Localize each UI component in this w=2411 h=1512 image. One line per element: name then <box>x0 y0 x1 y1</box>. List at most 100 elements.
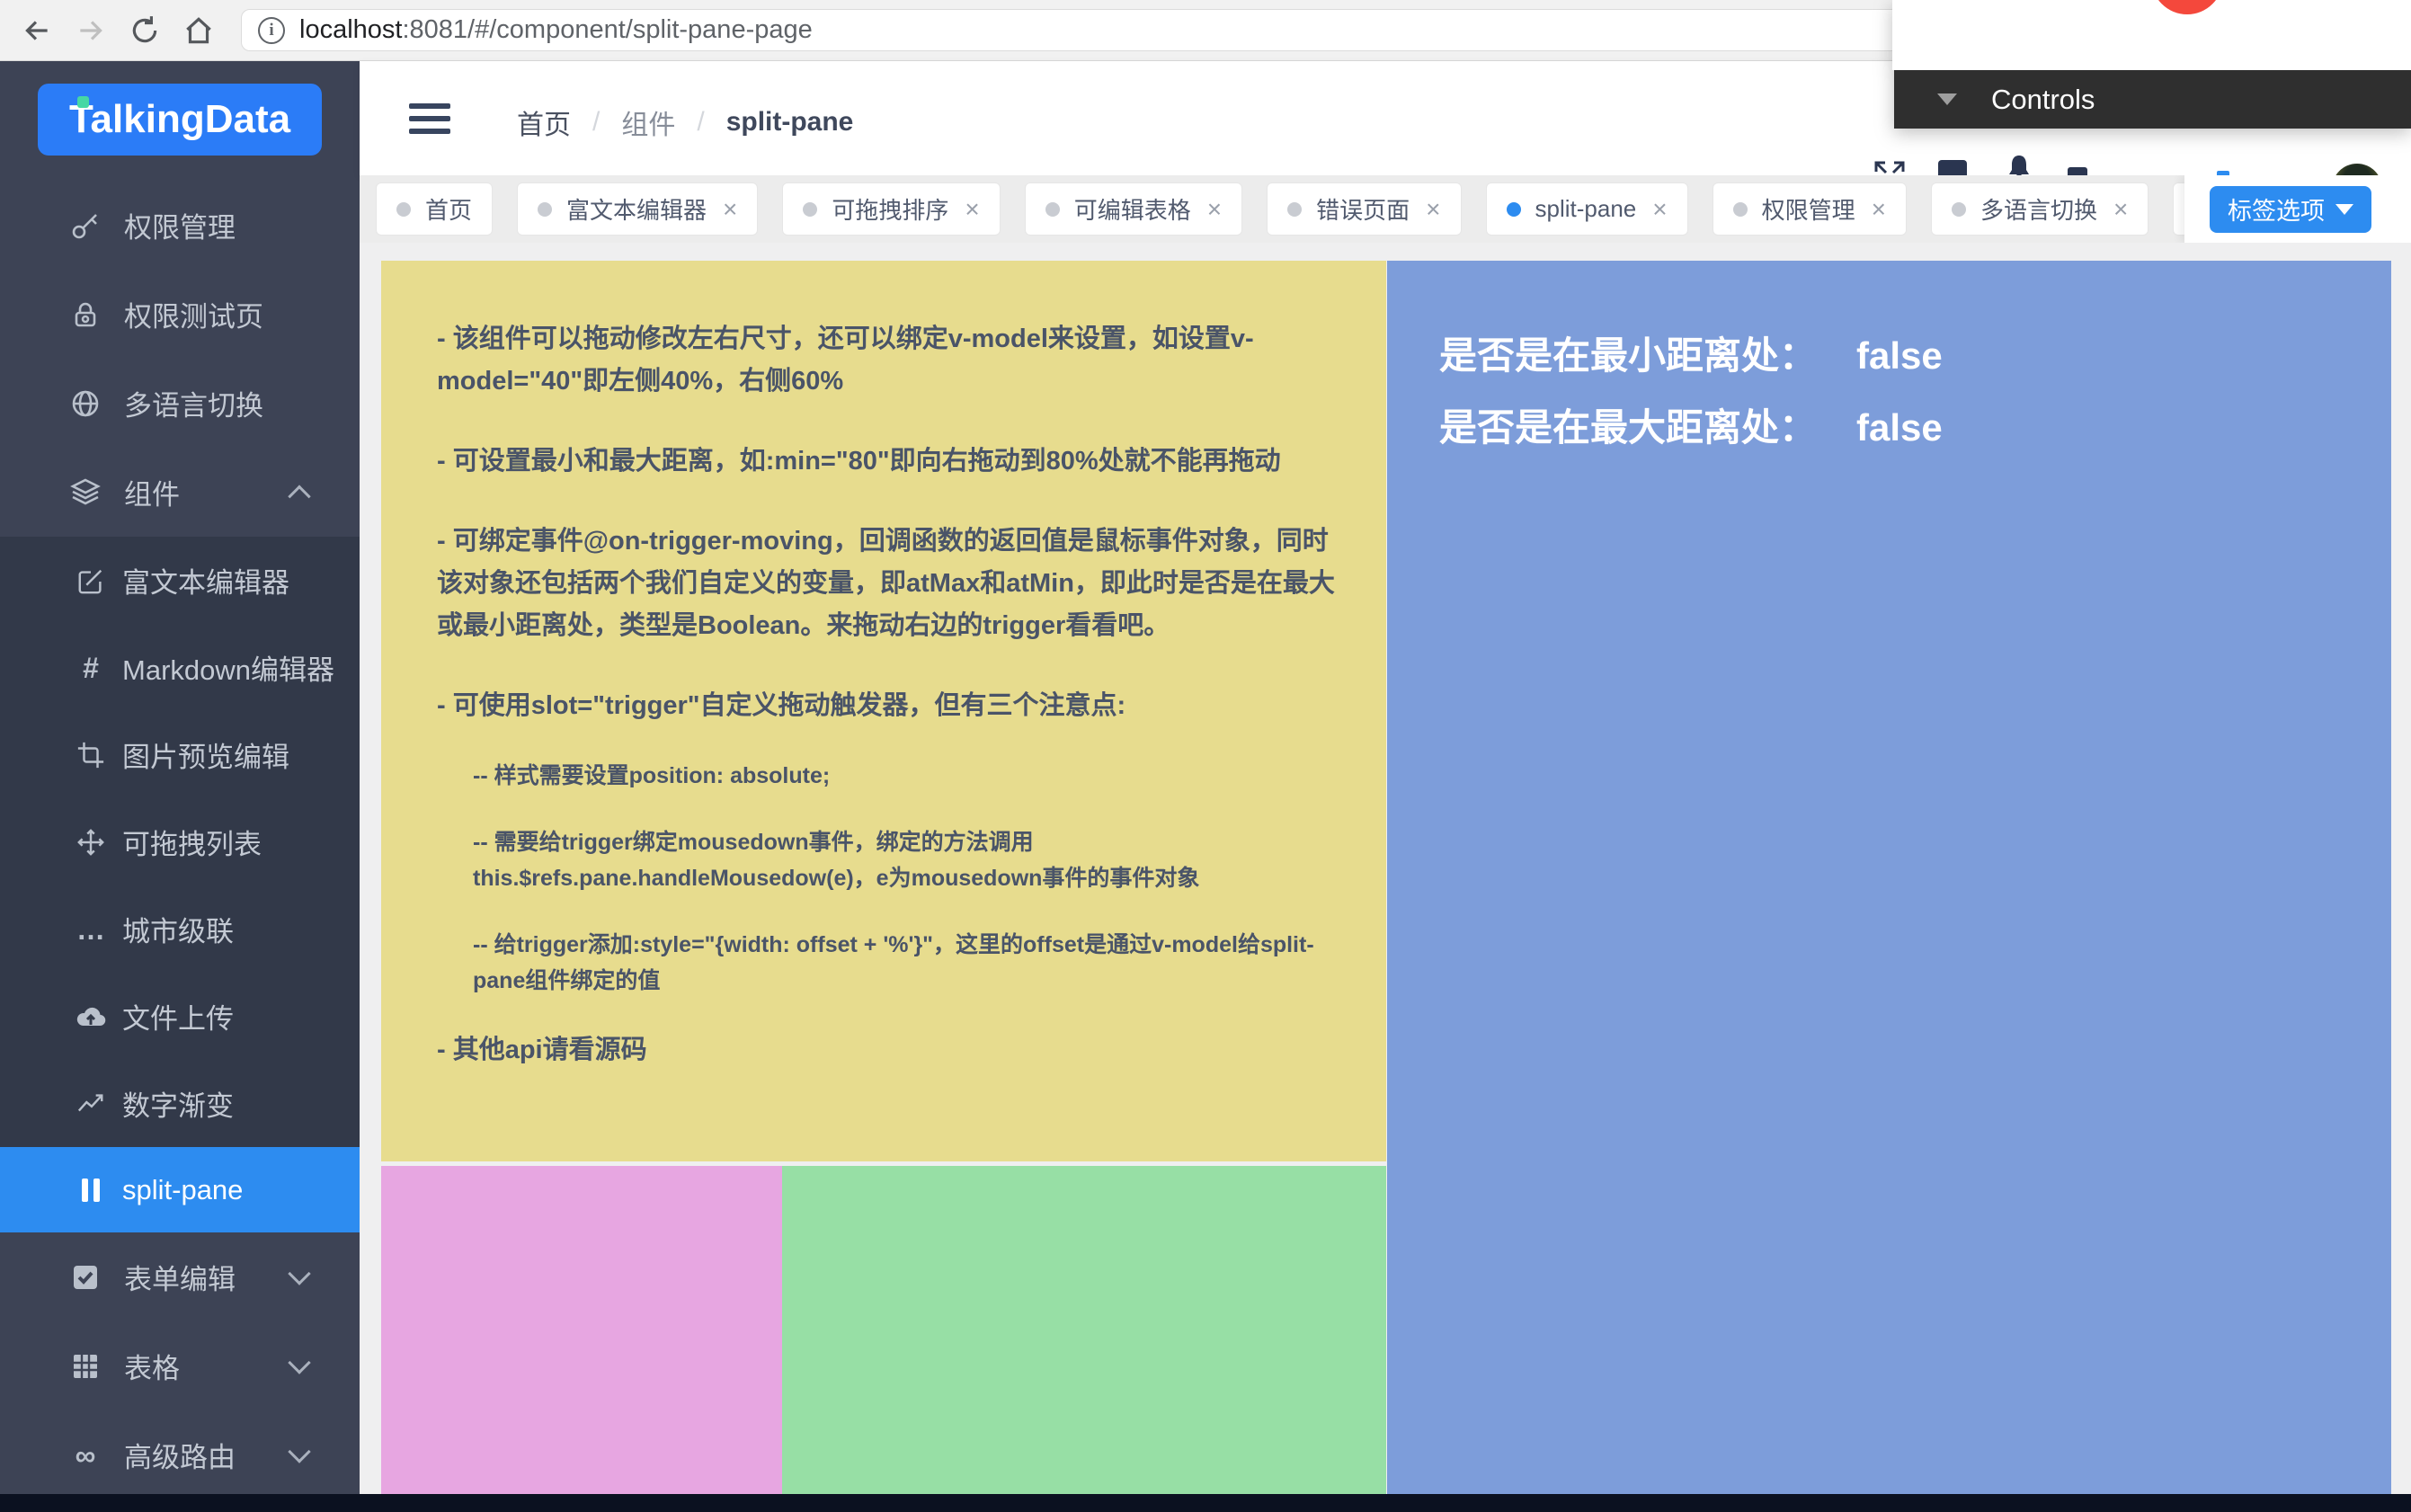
url-text: localhost:8081/#/component/split-pane-pa… <box>299 15 813 44</box>
doc-sub-item: -- 需要给trigger绑定mousedown事件，绑定的方法调用 this.… <box>473 830 1200 891</box>
doc-text: - 该组件可以拖动修改左右尺寸，还可以绑定v-model来设置，如设置v-mod… <box>381 261 1386 1072</box>
move-icon <box>76 827 106 858</box>
hash-icon: # <box>83 651 99 684</box>
infinity-icon: ∞ <box>75 1438 96 1472</box>
tab-dot-icon <box>1045 201 1060 217</box>
status-max-line: 是否是在最大距离处： false <box>1439 403 2355 453</box>
controls-bar[interactable]: Controls <box>1894 70 2411 129</box>
tab-dot-icon <box>396 201 411 217</box>
tab-label: 首页 <box>425 197 473 224</box>
tab-label: 权限管理 <box>1761 197 1855 224</box>
doc-paragraph: - 可绑定事件@on-trigger-moving，回调函数的返回值是鼠标事件对… <box>437 527 1335 640</box>
tab-dot-icon <box>1732 201 1748 217</box>
sidebar-item-label: 组件 <box>124 479 180 511</box>
sidebar-item-label: 多语言切换 <box>124 390 263 422</box>
tab-dot-icon <box>538 201 553 217</box>
sidebar-item-file-upload[interactable]: 文件上传 <box>0 973 360 1060</box>
tag-bar: 首页 富文本编辑器 × 可拖拽排序 × 可编辑表格 × 错误页面 × split… <box>360 175 2411 243</box>
sidebar-item-label: 可拖拽列表 <box>122 829 262 860</box>
tab-error-page[interactable]: 错误页面 × <box>1267 182 1462 236</box>
tab-split-pane[interactable]: split-pane × <box>1485 182 1688 236</box>
logo[interactable]: TalkingData <box>38 84 322 156</box>
page-info-icon[interactable]: i <box>258 16 285 44</box>
content: - 该组件可以拖动修改左右尺寸，还可以绑定v-model来设置，如设置v-mod… <box>360 243 2411 1494</box>
inner-left-pane <box>381 1166 782 1494</box>
tag-options-button[interactable]: 标签选项 <box>2210 185 2371 233</box>
close-icon[interactable]: × <box>965 196 979 222</box>
doc-pane: - 该组件可以拖动修改左右尺寸，还可以绑定v-model来设置，如设置v-mod… <box>381 261 1386 1161</box>
sidebar-item-label: 表单编辑 <box>124 1264 236 1295</box>
trending-up-icon <box>76 1089 106 1119</box>
logo-dot-icon <box>77 96 89 108</box>
status-max-value: false <box>1856 406 1943 449</box>
edit-icon <box>76 565 106 596</box>
close-icon[interactable]: × <box>1207 196 1222 222</box>
tab-label: 可拖拽排序 <box>832 197 949 224</box>
inner-right-pane <box>782 1166 1386 1494</box>
sidebar-item-rich-text-editor[interactable]: 富文本编辑器 <box>0 537 360 624</box>
tab-label: split-pane <box>1535 195 1637 222</box>
sidebar-item-components[interactable]: 组件 <box>0 448 360 537</box>
split-left-column: - 该组件可以拖动修改左右尺寸，还可以绑定v-model来设置，如设置v-mod… <box>381 261 1386 1494</box>
screen: i localhost:8081/#/component/split-pane-… <box>0 0 2411 1512</box>
tab-dot-icon <box>803 201 818 217</box>
status-min-value: false <box>1856 334 1943 377</box>
logo-text: TalkingData <box>68 97 291 141</box>
chevron-up-icon <box>288 485 311 508</box>
cloud-upload-icon <box>76 1001 106 1032</box>
sidebar-item-label: 高级路由 <box>124 1442 236 1473</box>
tab-home[interactable]: 首页 <box>376 182 494 236</box>
sidebar-item-split-pane[interactable]: split-pane <box>0 1147 360 1232</box>
browser-forward-icon <box>74 13 108 48</box>
record-icon[interactable] <box>2151 0 2223 14</box>
sidebar-item-count-to[interactable]: 数字渐变 <box>0 1060 360 1147</box>
browser-home-icon[interactable] <box>182 13 216 48</box>
split-pane-demo: - 该组件可以拖动修改左右尺寸，还可以绑定v-model来设置，如设置v-mod… <box>381 261 2391 1494</box>
checkbox-icon <box>68 1260 102 1294</box>
sidebar-item-table[interactable]: 表格 <box>0 1321 360 1410</box>
sidebar-item-city-cascade[interactable]: … 城市级联 <box>0 885 360 973</box>
status-min-label: 是否是在最小距离处： <box>1439 334 1818 377</box>
tab-label: 富文本编辑器 <box>566 197 707 224</box>
doc-paragraph: - 可使用slot="trigger"自定义拖动触发器，但有三个注意点: <box>437 691 1126 720</box>
tab-draggable-sort[interactable]: 可拖拽排序 × <box>782 182 1001 236</box>
close-icon[interactable]: × <box>2113 196 2128 222</box>
close-icon[interactable]: × <box>1652 196 1667 222</box>
tab-rich-text-editor[interactable]: 富文本编辑器 × <box>517 182 759 236</box>
sidebar-item-label: 图片预览编辑 <box>122 742 289 773</box>
layers-icon <box>68 476 102 510</box>
desktop-strip <box>0 1494 2411 1512</box>
caret-down-icon <box>2335 203 2353 215</box>
tab-dot-icon <box>1287 201 1303 217</box>
close-icon[interactable]: × <box>1426 196 1440 222</box>
status-min-line: 是否是在最小距离处： false <box>1439 331 2355 381</box>
doc-sub-item: -- 样式需要设置position: absolute; <box>473 763 831 788</box>
browser-back-icon[interactable] <box>20 13 54 48</box>
close-icon[interactable]: × <box>723 196 737 222</box>
browser-refresh-icon[interactable] <box>128 13 162 48</box>
sidebar-item-permission-admin[interactable]: 权限管理 <box>0 181 360 270</box>
status-max-label: 是否是在最大距离处： <box>1439 406 1818 449</box>
inner-split: ☝ <box>381 1166 1386 1494</box>
sidebar-item-i18n[interactable]: 多语言切换 <box>0 359 360 448</box>
controls-overlay-top <box>1892 0 2411 70</box>
table-icon <box>68 1349 102 1383</box>
tab-editable-table[interactable]: 可编辑表格 × <box>1024 182 1243 236</box>
controls-overlay: Controls <box>1892 0 2411 129</box>
sidebar-item-draggable-list[interactable]: 可拖拽列表 <box>0 798 360 885</box>
sidebar-item-form-edit[interactable]: 表单编辑 <box>0 1232 360 1321</box>
sidebar-item-advanced-router[interactable]: ∞ 高级路由 <box>0 1410 360 1494</box>
ellipsis-icon: … <box>76 912 105 946</box>
sidebar-item-label: Markdown编辑器 <box>122 654 334 686</box>
doc-paragraph: - 可设置最小和最大距离，如:min="80"即向右拖动到80%处就不能再拖动 <box>437 447 1281 476</box>
close-icon[interactable]: × <box>1872 196 1886 222</box>
tab-permission-admin[interactable]: 权限管理 × <box>1712 182 1907 236</box>
tab-i18n[interactable]: 多语言切换 × <box>1930 182 2149 236</box>
components-submenu: 富文本编辑器 # Markdown编辑器 图片预览编辑 可拖拽列表 … 城市级联… <box>0 537 360 1232</box>
sidebar-item-permission-test[interactable]: 权限测试页 <box>0 270 360 359</box>
tag-options-panel: 标签选项 <box>2184 175 2411 243</box>
sidebar-item-image-crop[interactable]: 图片预览编辑 <box>0 711 360 798</box>
sidebar-item-markdown-editor[interactable]: # Markdown编辑器 <box>0 624 360 711</box>
doc-sub-item: -- 给trigger添加:style="{width: offset + '%… <box>473 932 1314 993</box>
sidebar-item-label: split-pane <box>122 1173 244 1205</box>
